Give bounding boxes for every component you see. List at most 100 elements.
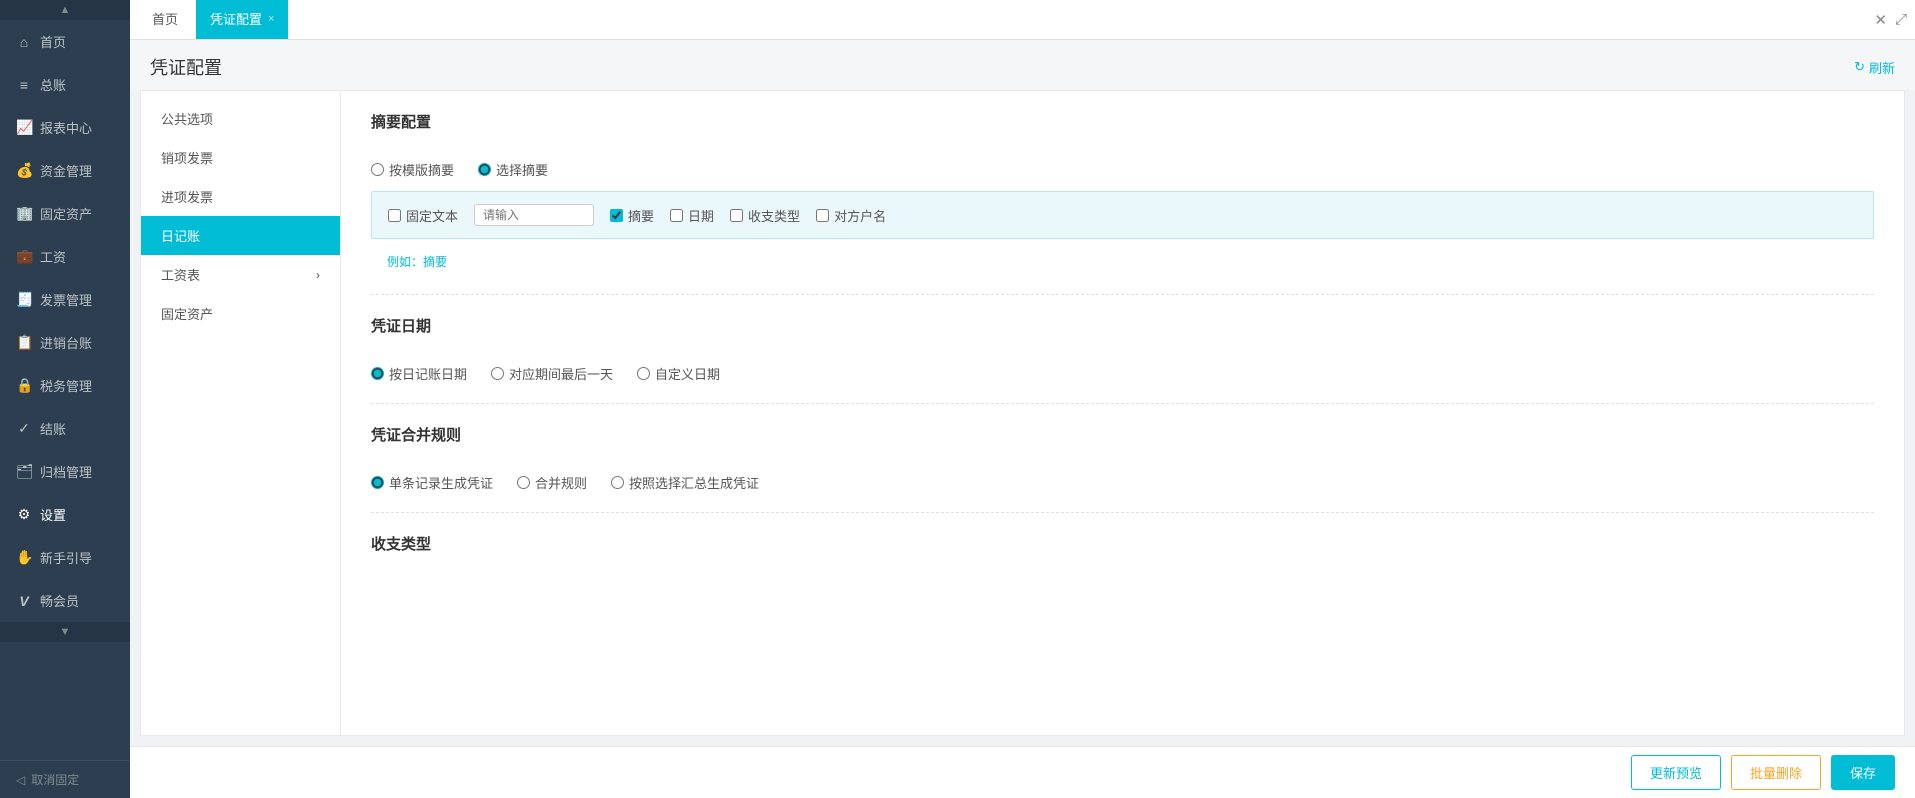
sidebar-item-ledger[interactable]: ≡ 总账 (0, 63, 130, 106)
left-nav-purchase-invoice[interactable]: 进项发票 (141, 177, 340, 216)
checkbox-income-type-input[interactable] (730, 209, 743, 222)
settings-icon: ⚙ (16, 506, 32, 523)
radio-custom-date-label: 自定义日期 (655, 364, 720, 383)
tab-home-label: 首页 (152, 9, 178, 28)
radio-single-record-input[interactable] (371, 476, 384, 489)
left-nav-sales-invoice[interactable]: 销项发票 (141, 138, 340, 177)
sidebar-item-assets[interactable]: 🏢 固定资产 (0, 192, 130, 235)
sidebar-item-archive[interactable]: 🗂 归档管理 (0, 450, 130, 493)
tab-voucher-config[interactable]: 凭证配置 × (196, 0, 288, 39)
update-preview-button[interactable]: 更新预览 (1631, 755, 1721, 790)
left-nav-payroll-table[interactable]: 工资表 › (141, 255, 340, 294)
save-button[interactable]: 保存 (1831, 755, 1895, 790)
tax-icon: 🔒 (16, 377, 32, 394)
guide-icon: ✋ (16, 549, 32, 566)
sidebar-item-archive-label: 归档管理 (40, 462, 92, 481)
left-nav-fixed-assets[interactable]: 固定资产 (141, 294, 340, 333)
voucher-date-radio-group: 按日记账日期 对应期间最后一天 自定义日期 (371, 364, 1874, 383)
checkbox-date-input[interactable] (670, 209, 683, 222)
content-layout: 公共选项 销项发票 进项发票 日记账 工资表 › 固定资产 摘要配置 (140, 90, 1905, 736)
window-expand-icon[interactable]: ⤢ (1895, 11, 1907, 28)
checkbox-fixed-text[interactable]: 固定文本 (388, 206, 458, 225)
archive-icon: 🗂 (16, 463, 32, 480)
sidebar-item-funds-label: 资金管理 (40, 161, 92, 180)
window-close-icon[interactable]: ✕ (1874, 11, 1887, 29)
vip-icon: V (16, 593, 32, 609)
radio-select-merge-input[interactable] (611, 476, 624, 489)
radio-merge-rule[interactable]: 合并规则 (517, 473, 587, 492)
sidebar-item-settings[interactable]: ⚙ 设置 (0, 493, 130, 536)
radio-journal-date-input[interactable] (371, 367, 384, 380)
radio-last-day[interactable]: 对应期间最后一天 (491, 364, 613, 383)
radio-template-summary-input[interactable] (371, 163, 384, 176)
radio-merge-rule-input[interactable] (517, 476, 530, 489)
page-title: 凭证配置 (150, 54, 222, 80)
left-nav-public-label: 公共选项 (161, 109, 213, 128)
radio-journal-date-label: 按日记账日期 (389, 364, 467, 383)
checkbox-fixed-text-input[interactable] (388, 209, 401, 222)
sales-icon: 📋 (16, 334, 32, 351)
main-area: 首页 凭证配置 × ✕ ⤢ 凭证配置 ↻ 刷新 公共选项 销项发票 进 (130, 0, 1915, 798)
merge-rules-section: 凭证合并规则 单条记录生成凭证 合并规则 按照选择汇总生成凭证 (371, 424, 1874, 492)
sidebar-footer-unpin[interactable]: ◁ 取消固定 (0, 760, 130, 798)
left-nav-public[interactable]: 公共选项 (141, 99, 340, 138)
radio-select-summary[interactable]: 选择摘要 (478, 160, 548, 179)
bottom-bar: 更新预览 批量删除 保存 (130, 746, 1915, 798)
reports-icon: 📈 (16, 119, 32, 136)
checkbox-date-label: 日期 (688, 206, 714, 225)
sidebar-item-reports-label: 报表中心 (40, 118, 92, 137)
checkbox-counterpart-input[interactable] (816, 209, 829, 222)
checkbox-summary[interactable]: 摘要 (610, 206, 654, 225)
checkbox-summary-input[interactable] (610, 209, 623, 222)
left-nav-fixed-assets-label: 固定资产 (161, 304, 213, 323)
sidebar-item-guide-label: 新手引导 (40, 548, 92, 567)
unpin-icon: ◁ (16, 773, 25, 787)
radio-last-day-label: 对应期间最后一天 (509, 364, 613, 383)
example-text: 例如：摘要 (371, 249, 1874, 274)
tab-close-icon[interactable]: × (268, 13, 274, 25)
tab-home[interactable]: 首页 (138, 0, 192, 39)
sidebar-item-tax[interactable]: 🔒 税务管理 (0, 364, 130, 407)
radio-select-merge-label: 按照选择汇总生成凭证 (629, 473, 759, 492)
sidebar-item-home[interactable]: ⌂ 首页 (0, 20, 130, 63)
home-icon: ⌂ (16, 34, 32, 50)
left-nav-journal[interactable]: 日记账 (141, 216, 340, 255)
sidebar-footer-label: 取消固定 (31, 771, 79, 788)
divider-3 (371, 512, 1874, 513)
summary-config-title: 摘要配置 (371, 111, 1874, 144)
sidebar-item-guide[interactable]: ✋ 新手引导 (0, 536, 130, 579)
radio-template-summary[interactable]: 按模版摘要 (371, 160, 454, 179)
expand-icon: › (316, 268, 320, 282)
refresh-button[interactable]: ↻ 刷新 (1854, 58, 1895, 77)
tab-voucher-config-label: 凭证配置 (210, 9, 262, 28)
merge-rules-radio-group: 单条记录生成凭证 合并规则 按照选择汇总生成凭证 (371, 473, 1874, 492)
batch-delete-button[interactable]: 批量删除 (1731, 755, 1821, 790)
divider-1 (371, 294, 1874, 295)
radio-select-merge[interactable]: 按照选择汇总生成凭证 (611, 473, 759, 492)
radio-journal-date[interactable]: 按日记账日期 (371, 364, 467, 383)
sidebar-scroll-up[interactable]: ▲ (0, 0, 130, 20)
radio-select-summary-input[interactable] (478, 163, 491, 176)
sidebar-item-sales[interactable]: 📋 进销台账 (0, 321, 130, 364)
sidebar: ▲ ⌂ 首页 ≡ 总账 📈 报表中心 💰 资金管理 🏢 固定资产 💼 工资 🧾 … (0, 0, 130, 798)
radio-template-summary-label: 按模版摘要 (389, 160, 454, 179)
fixed-text-input[interactable] (474, 204, 594, 226)
right-content: 摘要配置 按模版摘要 选择摘要 固定文本 (341, 91, 1904, 735)
sidebar-item-invoice[interactable]: 🧾 发票管理 (0, 278, 130, 321)
radio-custom-date-input[interactable] (637, 367, 650, 380)
radio-select-summary-label: 选择摘要 (496, 160, 548, 179)
checkbox-income-type-label: 收支类型 (748, 206, 800, 225)
radio-last-day-input[interactable] (491, 367, 504, 380)
sidebar-item-settle[interactable]: ✓ 结账 (0, 407, 130, 450)
sidebar-item-reports[interactable]: 📈 报表中心 (0, 106, 130, 149)
radio-custom-date[interactable]: 自定义日期 (637, 364, 720, 383)
checkbox-date[interactable]: 日期 (670, 206, 714, 225)
invoice-icon: 🧾 (16, 291, 32, 308)
sidebar-item-payroll[interactable]: 💼 工资 (0, 235, 130, 278)
sidebar-item-funds[interactable]: 💰 资金管理 (0, 149, 130, 192)
radio-single-record[interactable]: 单条记录生成凭证 (371, 473, 493, 492)
checkbox-counterpart[interactable]: 对方户名 (816, 206, 886, 225)
sidebar-item-vip[interactable]: V 畅会员 (0, 579, 130, 622)
sidebar-scroll-down[interactable]: ▼ (0, 622, 130, 642)
checkbox-income-type[interactable]: 收支类型 (730, 206, 800, 225)
